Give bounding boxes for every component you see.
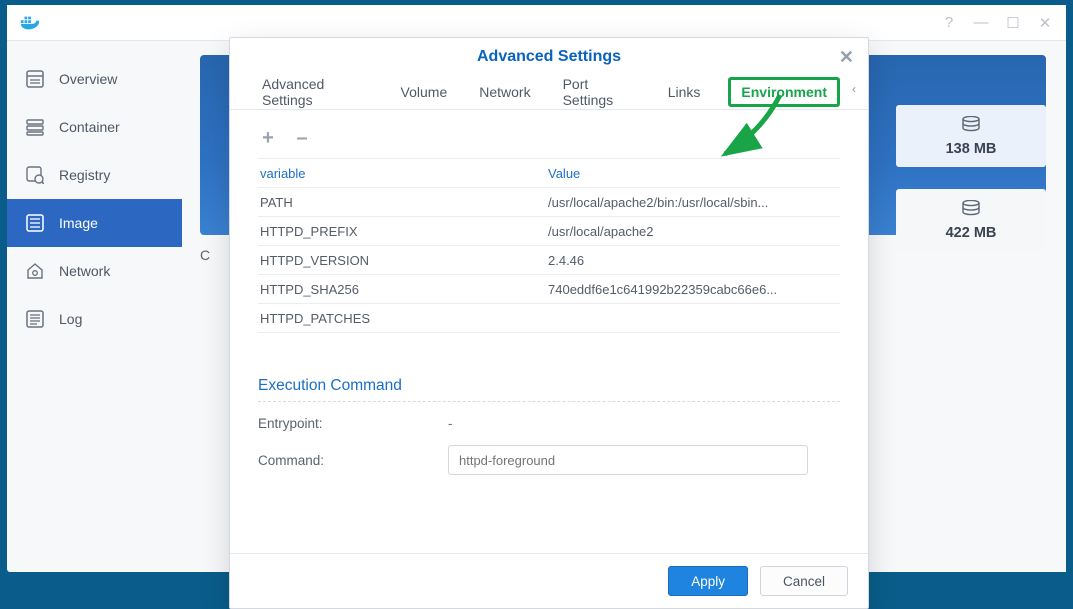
env-table: variable Value PATH /usr/local/apache2/b… <box>258 158 840 333</box>
size-value: 422 MB <box>946 225 997 241</box>
cell-value: 2.4.46 <box>548 253 840 268</box>
entrypoint-label: Entrypoint: <box>258 416 448 431</box>
apply-button[interactable]: Apply <box>668 566 748 596</box>
storage-icon <box>961 200 981 221</box>
modal-tabs: Advanced Settings Volume Network Port Se… <box>230 74 868 110</box>
sidebar-item-network[interactable]: Network <box>7 247 182 295</box>
table-row[interactable]: HTTPD_PATCHES <box>258 304 840 333</box>
modal-title-text: Advanced Settings <box>477 48 621 65</box>
image-icon <box>25 214 45 232</box>
container-icon <box>25 118 45 136</box>
cell-value: /usr/local/apache2/bin:/usr/local/sbin..… <box>548 195 840 210</box>
network-icon <box>25 262 45 280</box>
command-label: Command: <box>258 453 448 468</box>
registry-icon <box>25 166 45 184</box>
cancel-button[interactable]: Cancel <box>760 566 848 596</box>
help-icon[interactable]: ? <box>940 14 958 32</box>
cell-variable: HTTPD_VERSION <box>258 253 548 268</box>
tab-port-settings[interactable]: Port Settings <box>559 71 640 113</box>
titlebar: ? — ☐ ✕ <box>7 5 1066 41</box>
sidebar-item-container[interactable]: Container <box>7 103 182 151</box>
window-controls: ? — ☐ ✕ <box>940 14 1054 32</box>
close-window-icon[interactable]: ✕ <box>1036 14 1054 32</box>
env-table-header: variable Value <box>258 159 840 188</box>
sidebar-item-log[interactable]: Log <box>7 295 182 343</box>
maximize-icon[interactable]: ☐ <box>1004 14 1022 32</box>
sidebar-item-registry[interactable]: Registry <box>7 151 182 199</box>
tab-volume[interactable]: Volume <box>397 79 452 105</box>
divider <box>258 401 840 402</box>
cell-value: /usr/local/apache2 <box>548 224 840 239</box>
docker-icon <box>19 14 41 32</box>
sidebar: Overview Container Registry Image Networ… <box>7 41 182 572</box>
header-value[interactable]: Value <box>548 166 840 181</box>
tab-network[interactable]: Network <box>475 79 534 105</box>
cell-variable: HTTPD_PREFIX <box>258 224 548 239</box>
overview-icon <box>25 70 45 88</box>
sidebar-label: Log <box>59 311 82 327</box>
size-value: 138 MB <box>946 141 997 157</box>
tab-scroll-arrows[interactable]: ‹ <box>852 82 856 96</box>
docker-window: ? — ☐ ✕ Overview Container Registry Imag… <box>7 5 1066 572</box>
header-variable[interactable]: variable <box>258 166 548 181</box>
close-icon[interactable]: ✕ <box>839 47 854 68</box>
sidebar-item-image[interactable]: Image <box>7 199 182 247</box>
sidebar-label: Overview <box>59 71 117 87</box>
tab-advanced-settings[interactable]: Advanced Settings <box>258 71 373 113</box>
cell-variable: PATH <box>258 195 548 210</box>
command-input[interactable] <box>448 445 808 475</box>
table-row[interactable]: HTTPD_PREFIX /usr/local/apache2 <box>258 217 840 246</box>
sidebar-label: Container <box>59 119 120 135</box>
advanced-settings-dialog: Advanced Settings ✕ Advanced Settings Vo… <box>229 37 869 609</box>
cell-variable: HTTPD_PATCHES <box>258 311 548 326</box>
exec-section-title: Execution Command <box>258 377 840 395</box>
entrypoint-value: - <box>448 416 453 431</box>
cell-variable: HTTPD_SHA256 <box>258 282 548 297</box>
sidebar-label: Image <box>59 215 98 231</box>
tab-environment[interactable]: Environment <box>728 77 840 107</box>
right-info-col: 138 MB 422 MB <box>896 105 1046 251</box>
log-icon <box>25 310 45 328</box>
table-row[interactable]: HTTPD_VERSION 2.4.46 <box>258 246 840 275</box>
chevron-left-icon: ‹ <box>852 82 856 96</box>
remove-row-button[interactable]: – <box>292 128 312 148</box>
size-chip[interactable]: 422 MB <box>896 189 1046 251</box>
add-row-button[interactable]: + <box>258 128 278 148</box>
sidebar-label: Network <box>59 263 110 279</box>
cell-value: 740eddf6e1c641992b22359cabc66e6... <box>548 282 840 297</box>
storage-icon <box>961 116 981 137</box>
tab-links[interactable]: Links <box>664 79 705 105</box>
modal-title: Advanced Settings ✕ <box>230 38 868 74</box>
sidebar-label: Registry <box>59 167 110 183</box>
sidebar-item-overview[interactable]: Overview <box>7 55 182 103</box>
size-chip[interactable]: 138 MB <box>896 105 1046 167</box>
table-row[interactable]: PATH /usr/local/apache2/bin:/usr/local/s… <box>258 188 840 217</box>
minimize-icon[interactable]: — <box>972 14 990 32</box>
table-row[interactable]: HTTPD_SHA256 740eddf6e1c641992b22359cabc… <box>258 275 840 304</box>
